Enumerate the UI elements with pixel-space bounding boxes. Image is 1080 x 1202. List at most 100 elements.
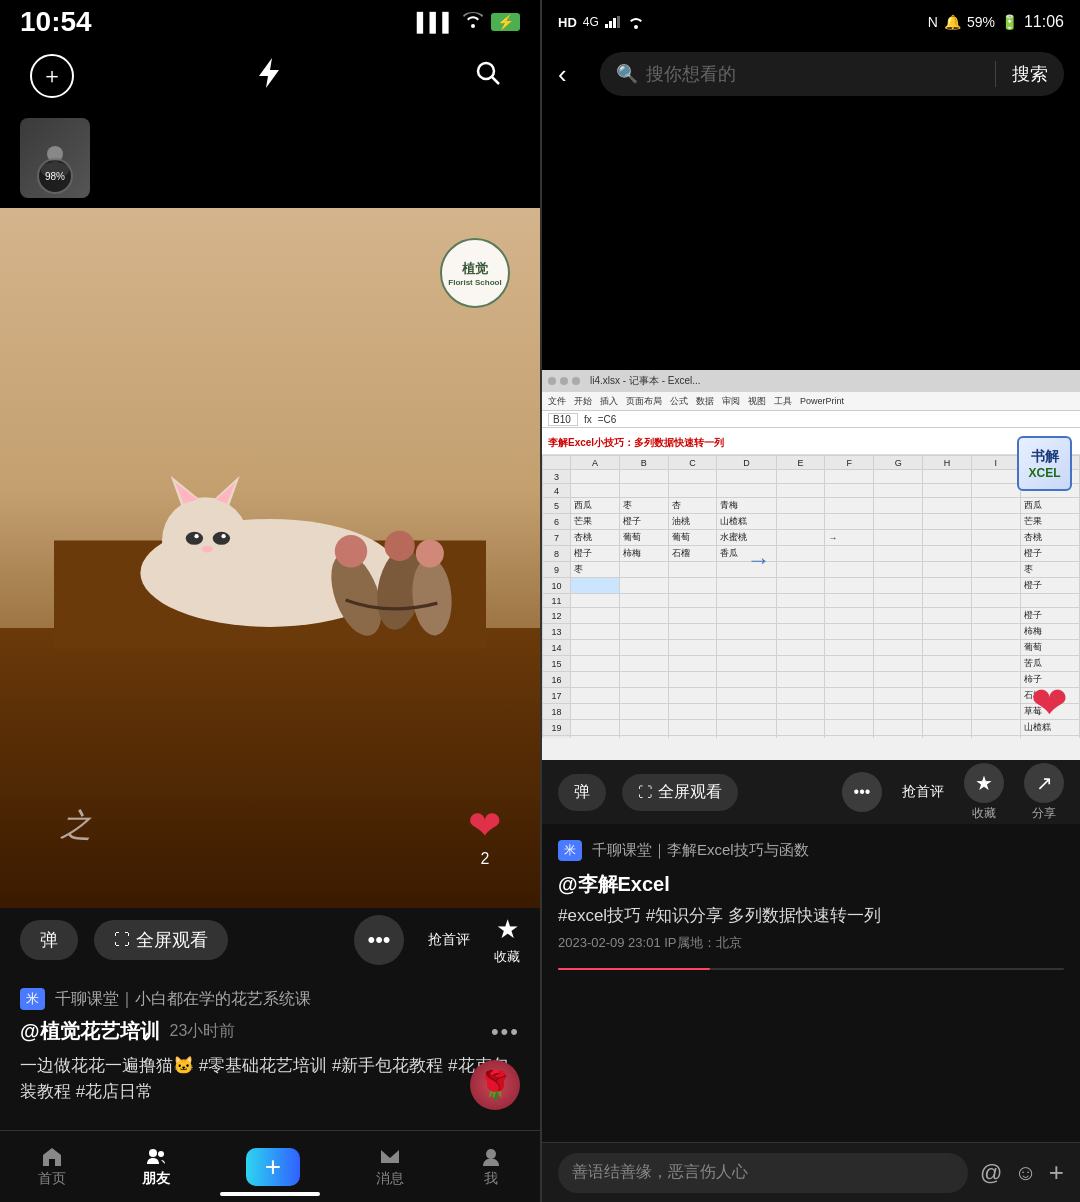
c15f[interactable] xyxy=(825,656,874,672)
cell-j8[interactable]: 橙子 xyxy=(1020,546,1079,562)
right-favorite-action[interactable]: ★ 收藏 xyxy=(964,763,1004,822)
c18d[interactable] xyxy=(717,704,776,720)
c18g[interactable] xyxy=(874,704,923,720)
cell-b5[interactable]: 枣 xyxy=(619,498,668,514)
cell-d5[interactable]: 青梅 xyxy=(717,498,776,514)
c17f[interactable] xyxy=(825,688,874,704)
c16a[interactable] xyxy=(571,672,620,688)
cell-c3[interactable] xyxy=(668,470,717,484)
c19h[interactable] xyxy=(923,720,972,736)
cell-g3[interactable] xyxy=(874,470,923,484)
right-share-action[interactable]: ↗ 分享 xyxy=(1024,763,1064,822)
cell-e3[interactable] xyxy=(776,470,825,484)
search-input-container[interactable]: 🔍 搜你想看的 搜索 xyxy=(600,52,1064,96)
c17i[interactable] xyxy=(971,688,1020,704)
cell-a11[interactable] xyxy=(571,594,620,608)
cell-e10[interactable] xyxy=(776,578,825,594)
c17e[interactable] xyxy=(776,688,825,704)
c14g[interactable] xyxy=(874,640,923,656)
cell-c6[interactable]: 油桃 xyxy=(668,514,717,530)
cell-g7[interactable] xyxy=(874,530,923,546)
cell-g8[interactable] xyxy=(874,546,923,562)
c20i[interactable] xyxy=(971,736,1020,739)
c15e[interactable] xyxy=(776,656,825,672)
right-more-action[interactable]: ••• xyxy=(842,772,882,812)
cell-j12c[interactable] xyxy=(668,608,717,624)
cell-j9[interactable]: 枣 xyxy=(1020,562,1079,578)
c19d[interactable] xyxy=(717,720,776,736)
c17c[interactable] xyxy=(668,688,717,704)
c20d[interactable] xyxy=(717,736,776,739)
c18i[interactable] xyxy=(971,704,1020,720)
cell-g10[interactable] xyxy=(874,578,923,594)
cell-j12e[interactable] xyxy=(776,608,825,624)
first-comment-action[interactable]: 抢首评 xyxy=(428,931,470,949)
cell-j12i[interactable] xyxy=(971,608,1020,624)
cell-a9[interactable]: 枣 xyxy=(571,562,620,578)
menu-insert[interactable]: 插入 xyxy=(600,395,618,408)
cell-j13[interactable]: 柿梅 xyxy=(1020,624,1079,640)
cell-i7[interactable] xyxy=(971,530,1020,546)
heart-like[interactable]: ❤ 2 xyxy=(460,800,510,868)
cell-f5[interactable] xyxy=(825,498,874,514)
cell-d11[interactable] xyxy=(717,594,776,608)
cell-d6[interactable]: 山楂糕 xyxy=(717,514,776,530)
cell-e5[interactable] xyxy=(776,498,825,514)
cell-h8[interactable] xyxy=(923,546,972,562)
comment-plus-icon[interactable]: + xyxy=(1049,1157,1064,1188)
cell-j12b[interactable] xyxy=(619,608,668,624)
cell-a8[interactable]: 橙子 xyxy=(571,546,620,562)
cell-h9[interactable] xyxy=(923,562,972,578)
cell-b9[interactable] xyxy=(619,562,668,578)
cell-f10[interactable] xyxy=(825,578,874,594)
c16i[interactable] xyxy=(971,672,1020,688)
c20g[interactable] xyxy=(874,736,923,739)
cell-f4[interactable] xyxy=(825,484,874,498)
cell-i11[interactable] xyxy=(971,594,1020,608)
cell-c10[interactable] xyxy=(668,578,717,594)
c14e[interactable] xyxy=(776,640,825,656)
cell-g4[interactable] xyxy=(874,484,923,498)
c15a[interactable] xyxy=(571,656,620,672)
menu-data[interactable]: 数据 xyxy=(696,395,714,408)
cell-i6[interactable] xyxy=(971,514,1020,530)
comment-input-field[interactable]: 善语结善缘，恶言伤人心 xyxy=(558,1153,968,1193)
menu-view[interactable]: 视图 xyxy=(748,395,766,408)
c14c[interactable] xyxy=(668,640,717,656)
menu-powerprint[interactable]: PowerPrint xyxy=(800,396,844,406)
menu-file[interactable]: 文件 xyxy=(548,395,566,408)
menu-page[interactable]: 页面布局 xyxy=(626,395,662,408)
cell-e11[interactable] xyxy=(776,594,825,608)
c19a[interactable] xyxy=(571,720,620,736)
cell-j5[interactable]: 西瓜 xyxy=(1020,498,1079,514)
c15b[interactable] xyxy=(619,656,668,672)
c14i[interactable] xyxy=(971,640,1020,656)
c15h[interactable] xyxy=(923,656,972,672)
cell-g5[interactable] xyxy=(874,498,923,514)
story-item[interactable]: 98% xyxy=(20,118,90,198)
cell-e8[interactable] xyxy=(776,546,825,562)
cell-j13e[interactable] xyxy=(776,624,825,640)
cell-j13h[interactable] xyxy=(923,624,972,640)
cell-e9[interactable] xyxy=(776,562,825,578)
cell-b4[interactable] xyxy=(619,484,668,498)
cell-j14[interactable]: 葡萄 xyxy=(1020,640,1079,656)
cell-c9[interactable] xyxy=(668,562,717,578)
cell-b7[interactable]: 葡萄 xyxy=(619,530,668,546)
cell-i10[interactable] xyxy=(971,578,1020,594)
cell-f9[interactable] xyxy=(825,562,874,578)
fullscreen-button[interactable]: ⛶ 全屏观看 xyxy=(94,920,228,960)
flash-button[interactable] xyxy=(248,54,292,98)
cell-a4[interactable] xyxy=(571,484,620,498)
cell-e6[interactable] xyxy=(776,514,825,530)
cell-j13d[interactable] xyxy=(717,624,776,640)
cell-c7[interactable]: 葡萄 xyxy=(668,530,717,546)
cell-j13a[interactable] xyxy=(571,624,620,640)
c16f[interactable] xyxy=(825,672,874,688)
menu-tools[interactable]: 工具 xyxy=(774,395,792,408)
cell-j12-filler[interactable] xyxy=(571,608,620,624)
c16b[interactable] xyxy=(619,672,668,688)
cell-h7[interactable] xyxy=(923,530,972,546)
cell-h10[interactable] xyxy=(923,578,972,594)
nav-friends[interactable]: 朋友 xyxy=(142,1146,170,1188)
